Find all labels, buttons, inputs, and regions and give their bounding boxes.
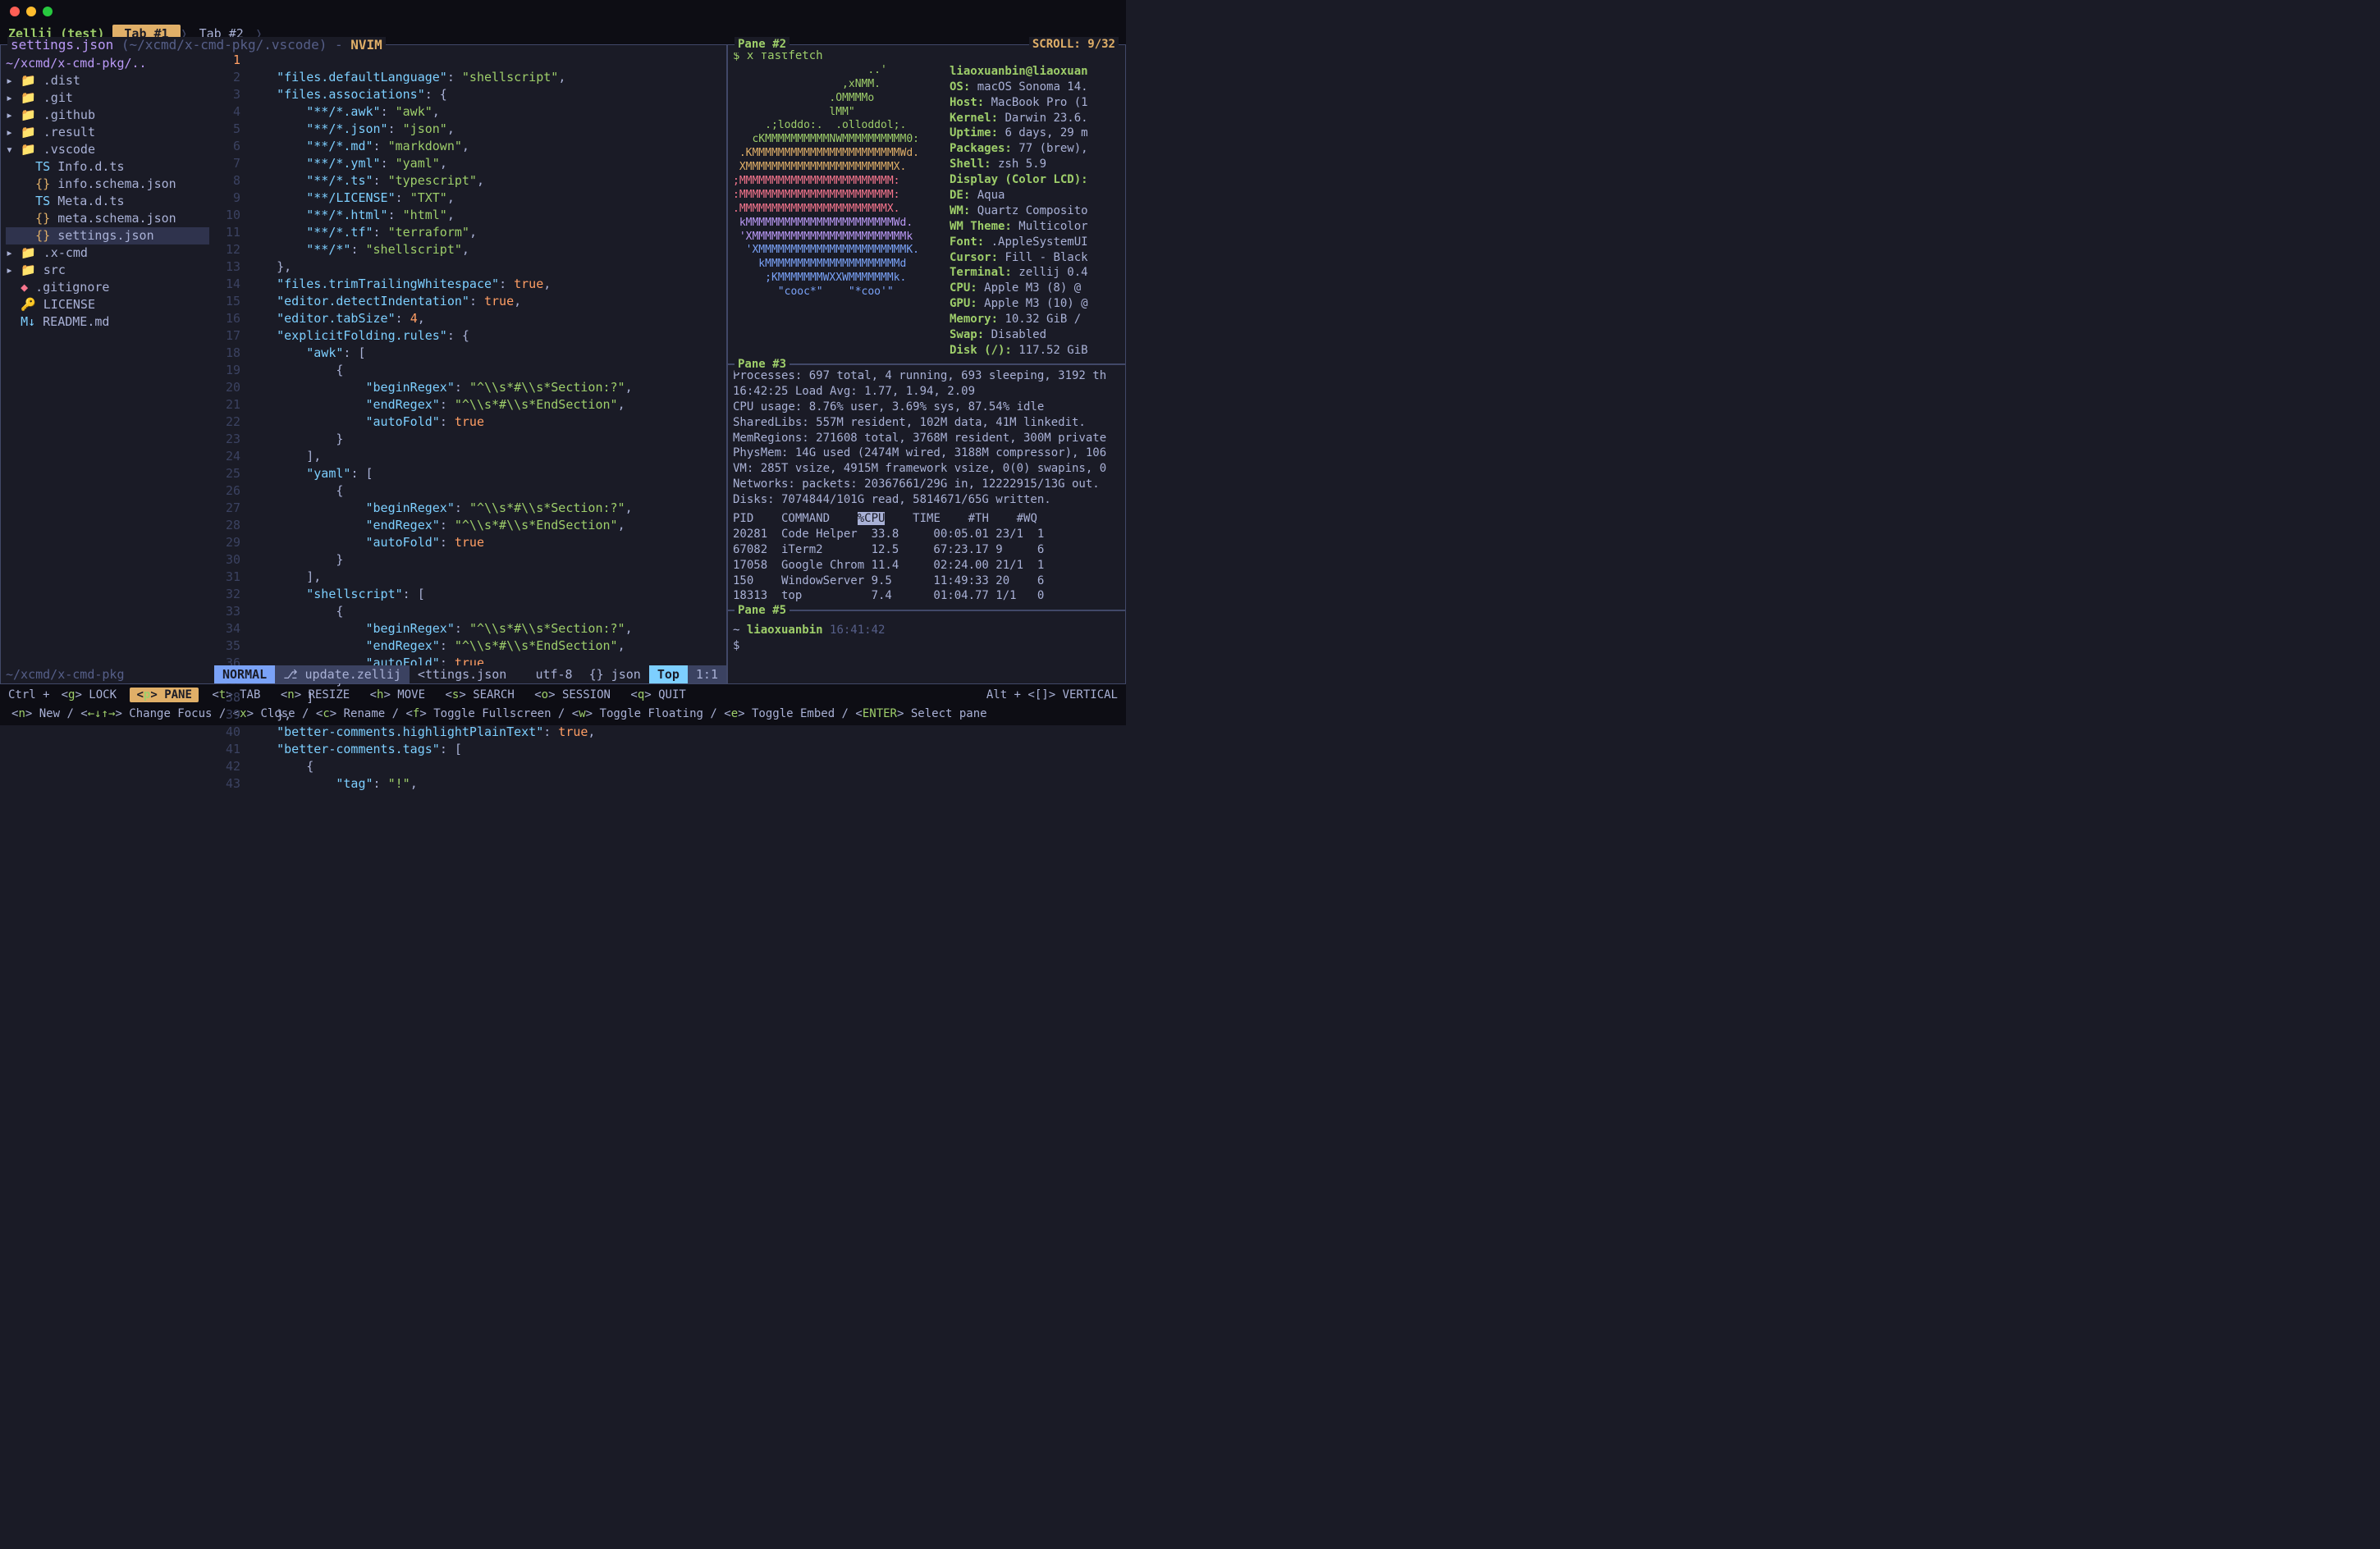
line-gutter: 1234567891011121314151617181920212223242… <box>214 52 247 652</box>
minimize-window-icon[interactable] <box>26 7 36 16</box>
tree-item-.dist[interactable]: ▸ 📁 .dist <box>6 72 209 89</box>
tree-item-.result[interactable]: ▸ 📁 .result <box>6 124 209 141</box>
status-rowcol: 1:1 <box>688 665 726 683</box>
tree-item-.vscode[interactable]: ▾ 📁 .vscode <box>6 141 209 158</box>
tree-item-Meta.d.ts[interactable]: TS Meta.d.ts <box>6 193 209 210</box>
shell-prompt[interactable]: $ <box>733 638 1120 654</box>
code-content[interactable]: "files.defaultLanguage": "shellscript", … <box>247 52 726 652</box>
close-window-icon[interactable] <box>10 7 20 16</box>
status-line: ~/xcmd/x-cmd-pkg NORMAL ⎇ update.zellij … <box>1 665 726 683</box>
pane-2-title: Pane #2 <box>735 37 790 53</box>
shell-prompt-user: ~ liaoxuanbin 16:41:42 <box>733 623 1120 638</box>
status-path: ~/xcmd/x-cmd-pkg <box>1 667 214 682</box>
pane-5-title: Pane #5 <box>735 603 790 619</box>
status-pos: Top <box>649 665 688 683</box>
pane-5[interactable]: Pane #5 ~ liaoxuanbin 16:41:42 $ <box>727 610 1126 684</box>
keybar-right: Alt + <[]> VERTICAL <box>986 688 1118 701</box>
status-encoding: utf-8 <box>527 665 580 683</box>
window-controls <box>0 0 1126 23</box>
top-output: Processes: 697 total, 4 running, 693 sle… <box>733 368 1120 508</box>
pane-2-scroll: SCROLL: 9/32 <box>1029 37 1119 53</box>
tree-item-meta.schema.json[interactable]: {} meta.schema.json <box>6 210 209 227</box>
file-tree[interactable]: ~/xcmd/x-cmd-pkg/.. ▸ 📁 .dist▸ 📁 .git▸ 📁… <box>1 52 214 652</box>
tree-item-src[interactable]: ▸ 📁 src <box>6 262 209 279</box>
status-file: <ttings.json <box>410 665 528 683</box>
pane-3[interactable]: Pane #3 Processes: 697 total, 4 running,… <box>727 364 1126 610</box>
status-filetype: {} json <box>581 665 649 683</box>
tree-item-.git[interactable]: ▸ 📁 .git <box>6 89 209 107</box>
editor-pane: settings.json (~/xcmd/x-cmd-pkg/.vscode)… <box>0 44 727 684</box>
status-mode: NORMAL <box>214 665 275 683</box>
keybar-pane[interactable]: <p> PANE <box>130 688 198 702</box>
pane-2[interactable]: Pane #2 SCROLL: 9/32 $ x fastfetch ..' ,… <box>727 44 1126 364</box>
editor-title: settings.json (~/xcmd/x-cmd-pkg/.vscode)… <box>7 37 386 53</box>
tree-item-settings.json[interactable]: {} settings.json <box>6 227 209 244</box>
top-table: PID COMMAND %CPU TIME #TH #WQ20281 Code … <box>733 511 1120 604</box>
tree-item-Info.d.ts[interactable]: TS Info.d.ts <box>6 158 209 176</box>
editor-filepath: (~/xcmd/x-cmd-pkg/.vscode) <box>121 37 327 53</box>
maximize-window-icon[interactable] <box>43 7 53 16</box>
editor-app: NVIM <box>350 37 382 53</box>
tree-item-info.schema.json[interactable]: {} info.schema.json <box>6 176 209 193</box>
tree-item-.gitignore[interactable]: ◆ .gitignore <box>6 279 209 296</box>
code-area[interactable]: 1234567891011121314151617181920212223242… <box>214 52 726 652</box>
fastfetch-info: liaoxuanbin@liaoxuanOS: macOS Sonoma 14.… <box>950 64 1120 359</box>
pane-3-title: Pane #3 <box>735 357 790 372</box>
status-branch: ⎇ update.zellij <box>275 665 410 683</box>
tree-cwd[interactable]: ~/xcmd/x-cmd-pkg/.. <box>6 55 209 72</box>
tree-item-LICENSE[interactable]: 🔑 LICENSE <box>6 296 209 313</box>
keybar-lock[interactable]: <g> LOCK <box>55 688 123 702</box>
tree-item-README.md[interactable]: M↓ README.md <box>6 313 209 331</box>
keybar-prefix: Ctrl + <box>8 688 50 701</box>
tree-item-.github[interactable]: ▸ 📁 .github <box>6 107 209 124</box>
editor-filename: settings.json <box>11 37 113 53</box>
fastfetch-logo: ..' ,xNMM. .OMMMMo lMM" .;loddo:. .ollod… <box>733 64 938 359</box>
tree-item-.x-cmd[interactable]: ▸ 📁 .x-cmd <box>6 244 209 262</box>
